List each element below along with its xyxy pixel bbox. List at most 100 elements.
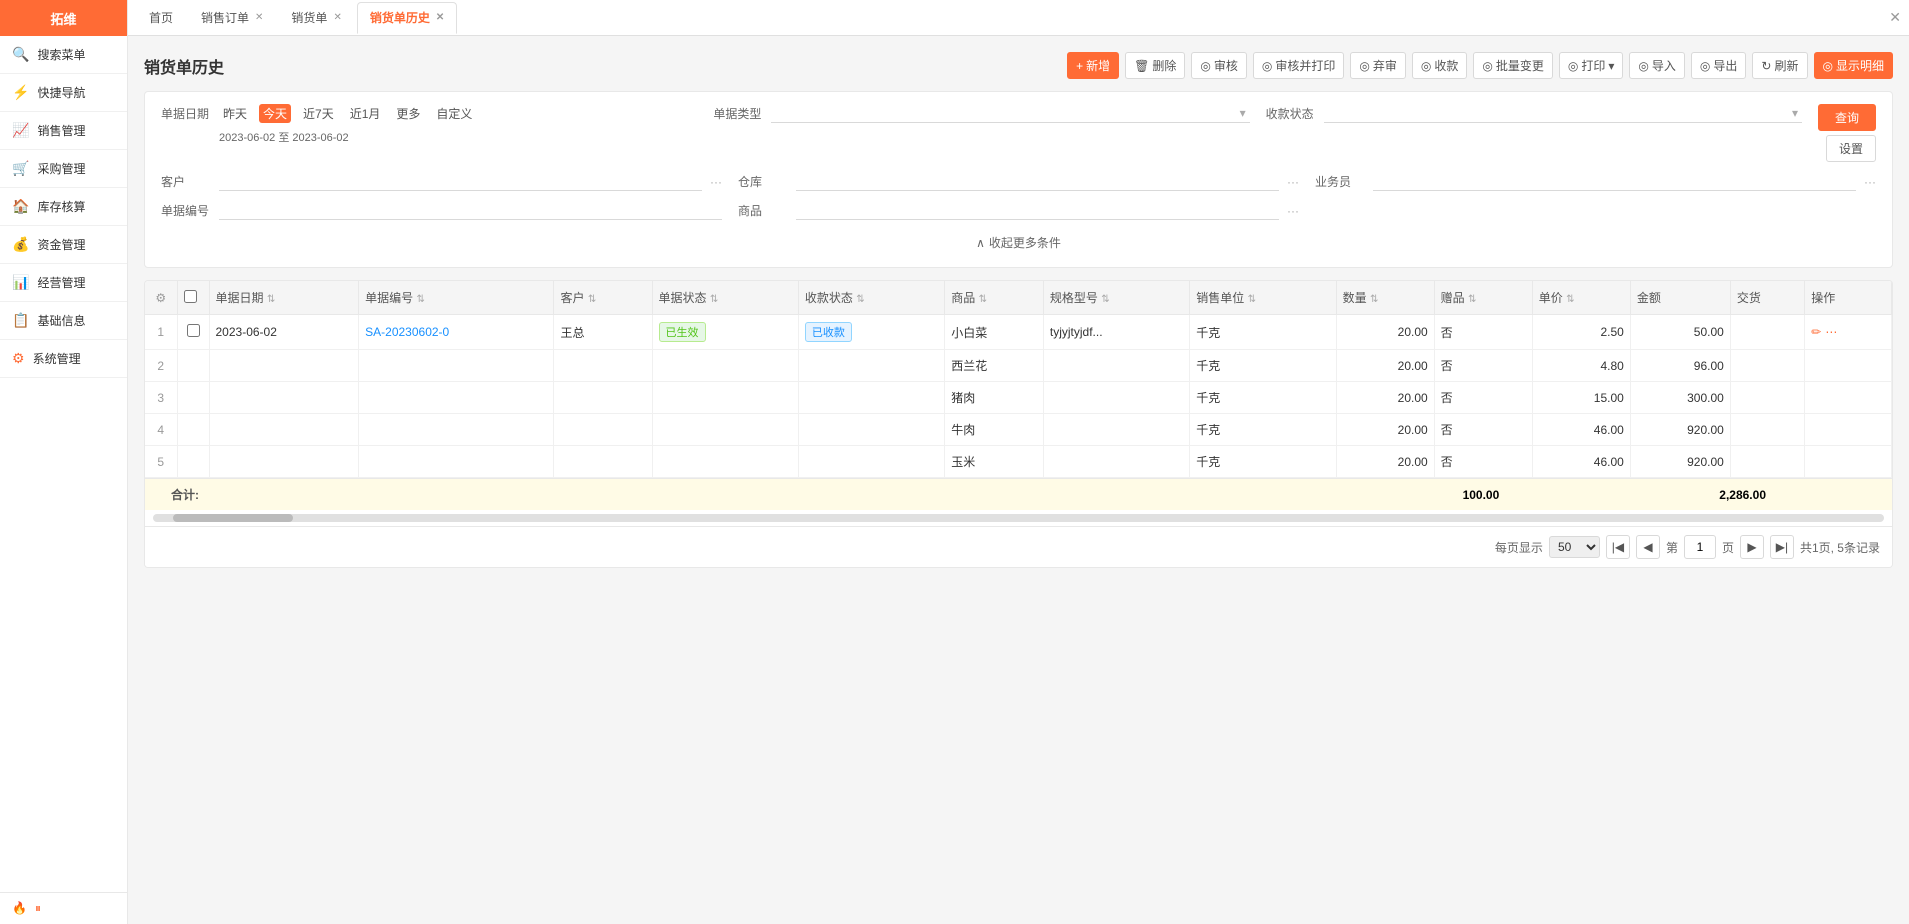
collect-status-input[interactable] <box>1328 106 1792 120</box>
row-checkbox[interactable] <box>177 382 209 414</box>
table-footer: 合计: 100.00 2,286.00 <box>145 478 1892 510</box>
prev-page-button[interactable]: ◀ <box>1636 535 1660 559</box>
row-select-checkbox[interactable] <box>187 324 200 337</box>
sidebar-bottom-icon1[interactable]: 🔥 <box>12 901 27 916</box>
date-shortcut-7days[interactable]: 近7天 <box>299 104 338 123</box>
row-checkbox[interactable] <box>177 350 209 382</box>
sidebar-item-search-menu[interactable]: 🔍 搜索菜单 <box>0 36 127 74</box>
row-sales-unit: 千克 <box>1190 382 1336 414</box>
col-gift[interactable]: 赠品 ⇅ <box>1434 281 1532 315</box>
row-doc-no[interactable] <box>359 446 554 478</box>
date-shortcut-more[interactable]: 更多 <box>392 104 424 123</box>
batch-change-button[interactable]: ◎ 批量变更 <box>1473 52 1553 79</box>
warehouse-select-icon[interactable]: ··· <box>1287 175 1299 189</box>
page-size-select[interactable]: 50 100 200 <box>1549 536 1600 558</box>
sidebar-item-finance[interactable]: 💰 资金管理 <box>0 226 127 264</box>
close-all-tabs-button[interactable]: ✕ <box>1889 9 1901 26</box>
print-button[interactable]: ◎ 打印 ▾ <box>1559 52 1624 79</box>
settings-button[interactable]: 设置 <box>1826 135 1876 162</box>
doc-type-input[interactable] <box>775 106 1239 120</box>
col-doc-no[interactable]: 单据编号 ⇅ <box>359 281 554 315</box>
row-checkbox[interactable] <box>177 315 209 350</box>
more-action-btn[interactable]: ⋯ <box>1825 325 1837 339</box>
date-shortcut-today[interactable]: 今天 <box>259 104 291 123</box>
audit-button[interactable]: ◎ 审核 <box>1191 52 1247 79</box>
collect-status-select[interactable]: ▾ <box>1324 104 1802 123</box>
sidebar-item-inventory[interactable]: 🏠 库存核算 <box>0 188 127 226</box>
sidebar-item-sales-mgmt[interactable]: 📈 销售管理 <box>0 112 127 150</box>
col-collect-status[interactable]: 收款状态 ⇅ <box>798 281 944 315</box>
refresh-button[interactable]: ↻ 刷新 <box>1752 52 1807 79</box>
edit-action-btn[interactable]: ✏ <box>1811 325 1821 339</box>
select-all-checkbox[interactable] <box>184 290 197 303</box>
row-checkbox[interactable] <box>177 414 209 446</box>
goods-select-icon[interactable]: ··· <box>1287 204 1299 218</box>
tab-close-icon[interactable]: ✕ <box>255 12 263 23</box>
doc-type-select[interactable]: ▾ <box>771 104 1249 123</box>
sidebar-bottom-icon2[interactable]: ⏸ <box>35 901 41 916</box>
salesperson-select-icon[interactable]: ··· <box>1864 175 1876 189</box>
row-unit-price: 46.00 <box>1532 446 1630 478</box>
import-button[interactable]: ◎ 导入 <box>1629 52 1685 79</box>
row-doc-no[interactable]: SA-20230602-0 <box>359 315 554 350</box>
col-doc-date[interactable]: 单据日期 ⇅ <box>209 281 359 315</box>
sidebar-item-operations[interactable]: 📊 经营管理 <box>0 264 127 302</box>
sidebar-item-quick-nav[interactable]: ⚡ 快捷导航 <box>0 74 127 112</box>
goods-input[interactable] <box>796 201 1279 220</box>
display-detail-button[interactable]: ◎ 显示明细 <box>1814 52 1894 79</box>
customer-input[interactable] <box>219 172 702 191</box>
gear-settings-icon[interactable]: ⚙ <box>155 291 166 305</box>
page-input[interactable] <box>1684 535 1716 559</box>
export-button[interactable]: ◎ 导出 <box>1691 52 1747 79</box>
date-shortcut-yesterday[interactable]: 昨天 <box>219 104 251 123</box>
sidebar-item-purchase-mgmt[interactable]: 🛒 采购管理 <box>0 150 127 188</box>
row-doc-status <box>652 414 798 446</box>
collapse-button[interactable]: ∧ 收起更多条件 <box>161 230 1876 255</box>
col-goods[interactable]: 商品 ⇅ <box>945 281 1044 315</box>
row-doc-status <box>652 382 798 414</box>
warehouse-input[interactable] <box>796 172 1279 191</box>
row-goods: 牛肉 <box>945 414 1044 446</box>
abandon-button[interactable]: ◎ 弃审 <box>1350 52 1406 79</box>
delete-button[interactable]: 🗑 删除 <box>1125 52 1185 79</box>
first-page-button[interactable]: |◀ <box>1606 535 1630 559</box>
query-button[interactable]: 查询 <box>1818 104 1876 131</box>
tab-close-icon[interactable]: ✕ <box>333 12 341 23</box>
tab-sales-order[interactable]: 销售订单 ✕ <box>188 2 276 34</box>
collect-icon: ◎ <box>1421 59 1431 73</box>
tab-sales-goods-history[interactable]: 销货单历史 ✕ <box>357 2 457 34</box>
row-doc-no[interactable] <box>359 382 554 414</box>
doc-no-label: 单据编号 <box>161 202 211 219</box>
tab-sales-goods[interactable]: 销货单 ✕ <box>278 2 354 34</box>
tab-home[interactable]: 首页 <box>136 2 186 34</box>
col-doc-status[interactable]: 单据状态 ⇅ <box>652 281 798 315</box>
row-checkbox[interactable] <box>177 446 209 478</box>
col-customer[interactable]: 客户 ⇅ <box>554 281 652 315</box>
row-customer <box>554 350 652 382</box>
audit-print-button[interactable]: ◎ 审核并打印 <box>1253 52 1345 79</box>
tab-close-icon[interactable]: ✕ <box>436 12 444 23</box>
horizontal-scrollbar[interactable] <box>153 514 1884 522</box>
date-shortcut-1month[interactable]: 近1月 <box>346 104 385 123</box>
sidebar-item-sys-mgmt[interactable]: ⚙ 系统管理 <box>0 340 127 378</box>
row-doc-no[interactable] <box>359 414 554 446</box>
col-sales-unit[interactable]: 销售单位 ⇅ <box>1190 281 1336 315</box>
last-page-button[interactable]: ▶| <box>1770 535 1794 559</box>
date-shortcut-custom[interactable]: 自定义 <box>432 104 476 123</box>
next-page-button[interactable]: ▶ <box>1740 535 1764 559</box>
row-action <box>1805 350 1892 382</box>
doc-no-input[interactable] <box>219 201 722 220</box>
customer-select-icon[interactable]: ··· <box>710 175 722 189</box>
row-collect-status <box>798 414 944 446</box>
sidebar-item-label: 基础信息 <box>37 312 85 329</box>
scroll-thumb[interactable] <box>173 514 293 522</box>
salesperson-input[interactable] <box>1373 172 1856 191</box>
col-spec-model[interactable]: 规格型号 ⇅ <box>1043 281 1189 315</box>
row-doc-no[interactable] <box>359 350 554 382</box>
col-unit-price[interactable]: 单价 ⇅ <box>1532 281 1630 315</box>
sidebar-item-basic-info[interactable]: 📋 基础信息 <box>0 302 127 340</box>
collect-button[interactable]: ◎ 收款 <box>1412 52 1468 79</box>
col-gear[interactable]: ⚙ <box>145 281 177 315</box>
add-button[interactable]: + 新增 <box>1067 52 1119 79</box>
col-quantity[interactable]: 数量 ⇅ <box>1336 281 1434 315</box>
